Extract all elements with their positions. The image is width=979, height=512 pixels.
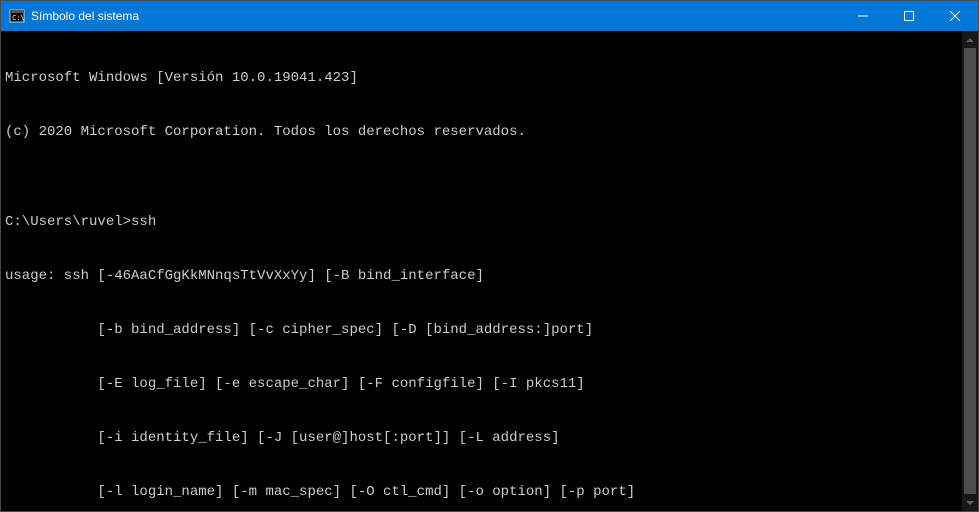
svg-text:C:\: C:\: [12, 14, 25, 22]
terminal-line: usage: ssh [-46AaCfGgKkMNnqsTtVvXxYy] [-…: [5, 267, 974, 285]
maximize-button[interactable]: [886, 1, 932, 31]
scrollbar-thumb[interactable]: [964, 48, 976, 494]
command-prompt-window: C:\ Símbolo del sistema: [0, 0, 979, 512]
terminal-line: (c) 2020 Microsoft Corporation. Todos lo…: [5, 123, 974, 141]
vertical-scrollbar[interactable]: [962, 31, 978, 511]
close-icon: [950, 11, 960, 21]
terminal-line: Microsoft Windows [Versión 10.0.19041.42…: [5, 69, 974, 87]
cmd-icon: C:\: [9, 8, 25, 24]
window-title: Símbolo del sistema: [31, 9, 840, 23]
minimize-icon: [858, 11, 868, 21]
titlebar[interactable]: C:\ Símbolo del sistema: [1, 1, 978, 31]
terminal-output[interactable]: Microsoft Windows [Versión 10.0.19041.42…: [1, 31, 978, 511]
maximize-icon: [904, 11, 914, 21]
scrollbar-track[interactable]: [962, 48, 978, 494]
terminal-line: C:\Users\ruvel>ssh: [5, 213, 974, 231]
close-button[interactable]: [932, 1, 978, 31]
terminal-line: [-l login_name] [-m mac_spec] [-O ctl_cm…: [5, 483, 974, 501]
terminal-line: [-b bind_address] [-c cipher_spec] [-D […: [5, 321, 974, 339]
scroll-up-arrow-icon[interactable]: [962, 31, 978, 48]
scroll-down-arrow-icon[interactable]: [962, 494, 978, 511]
window-controls: [840, 1, 978, 31]
terminal-line: [-E log_file] [-e escape_char] [-F confi…: [5, 375, 974, 393]
terminal-line: [-i identity_file] [-J [user@]host[:port…: [5, 429, 974, 447]
minimize-button[interactable]: [840, 1, 886, 31]
